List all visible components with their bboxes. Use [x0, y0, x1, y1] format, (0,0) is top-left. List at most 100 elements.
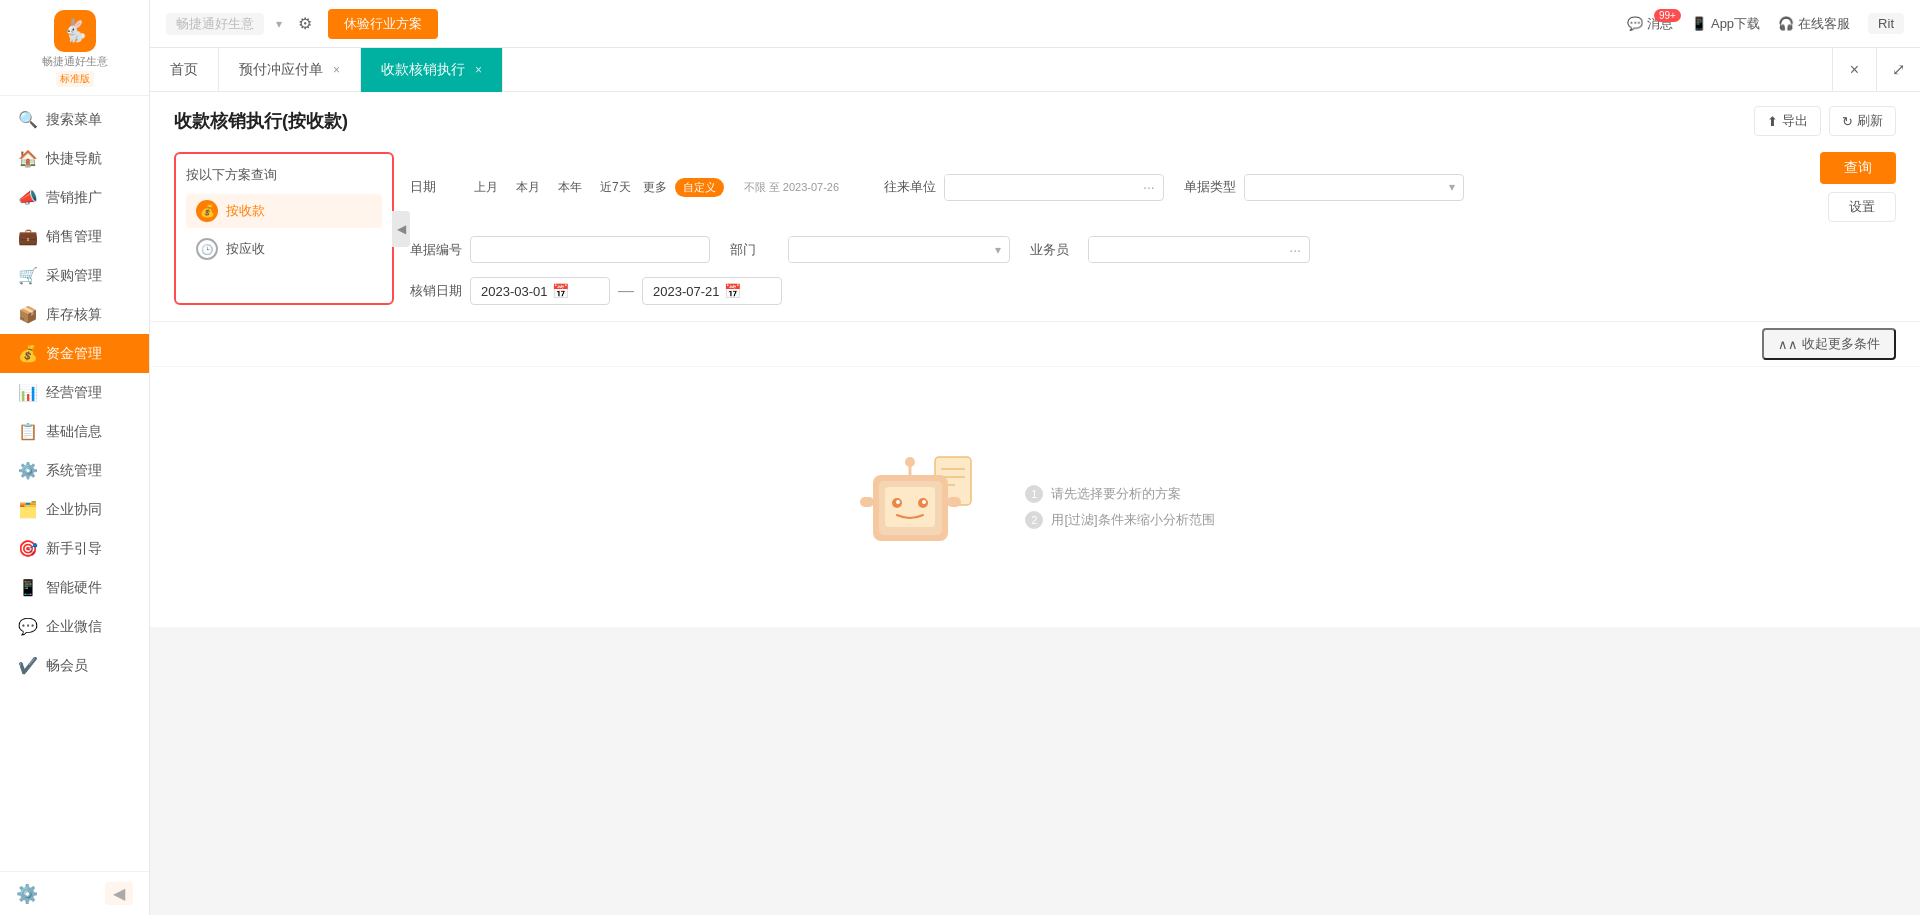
- sidebar-item-basic[interactable]: 📋 基础信息: [0, 412, 149, 451]
- setting-button[interactable]: 设置: [1828, 192, 1896, 222]
- verify-date-end-input[interactable]: 2023-07-21 📅: [642, 277, 782, 305]
- date-tag-this-year[interactable]: 本年: [552, 177, 588, 198]
- partner-dots-icon[interactable]: ···: [1135, 179, 1163, 195]
- date-tag-this-month[interactable]: 本月: [510, 177, 546, 198]
- sidebar-item-beginner[interactable]: 🎯 新手引导: [0, 529, 149, 568]
- tab-prepay[interactable]: 预付冲应付单 ×: [219, 48, 361, 92]
- sidebar-settings-icon[interactable]: ⚙️: [16, 883, 38, 905]
- dept-label: 部门: [730, 241, 780, 259]
- topbar-brand-text: 畅捷通好生意: [166, 13, 264, 35]
- filter-option-receivable-label: 按应收: [226, 240, 265, 258]
- page-header-actions: ⬆ 导出 ↻ 刷新: [1754, 106, 1896, 136]
- tab-receipt-cancel-label: 收款核销执行: [381, 61, 465, 79]
- sidebar-item-system[interactable]: ⚙️ 系统管理: [0, 451, 149, 490]
- voucher-type-select[interactable]: ▾: [1244, 174, 1464, 201]
- gear-icon[interactable]: ⚙: [298, 14, 312, 33]
- filter-voucher-no-field: 单据编号: [410, 236, 710, 263]
- empty-state: 1 请先选择要分析的方案 2 用[过滤]条件来缩小分析范围: [150, 367, 1920, 627]
- sidebar-item-label: 智能硬件: [46, 579, 102, 597]
- employee-label: 业务员: [1030, 241, 1080, 259]
- sidebar-bottom: ⚙️ ◀: [0, 871, 149, 915]
- empty-illustration: [855, 447, 985, 567]
- sidebar-collapse-icon[interactable]: ◀: [105, 882, 133, 905]
- collapse-more-label: 收起更多条件: [1802, 335, 1880, 353]
- tab-receipt-cancel-close-icon[interactable]: ×: [475, 63, 482, 77]
- close-icon: ×: [1850, 61, 1859, 79]
- calendar-start-icon: 📅: [552, 283, 569, 299]
- export-button[interactable]: ⬆ 导出: [1754, 106, 1821, 136]
- filter-collapse-button[interactable]: ◀: [392, 211, 410, 247]
- sidebar-item-purchase[interactable]: 🛒 采购管理: [0, 256, 149, 295]
- verify-date-end-value: 2023-07-21: [653, 284, 720, 299]
- inventory-icon: 📦: [18, 305, 38, 324]
- finance-icon: 💰: [18, 344, 38, 363]
- app-download-button[interactable]: 📱 App下载: [1691, 15, 1760, 33]
- sidebar-item-weixin[interactable]: 💬 企业微信: [0, 607, 149, 646]
- partner-label: 往来单位: [884, 178, 936, 196]
- employee-select[interactable]: ···: [1088, 236, 1310, 263]
- empty-hint-2: 2 用[过滤]条件来缩小分析范围: [1025, 511, 1214, 529]
- date-more-button[interactable]: 更多: [643, 179, 667, 196]
- tab-receipt-cancel[interactable]: 收款核销执行 ×: [361, 48, 503, 92]
- filter-scheme-panel: 按以下方案查询 💰 按收款 🕒 按应收 ◀: [174, 152, 394, 305]
- dept-arrow-icon[interactable]: ▾: [987, 243, 1009, 257]
- filter-verify-date-field: 核销日期 2023-03-01 📅 — 2023-07-21 📅: [410, 277, 782, 305]
- tab-prepay-close-icon[interactable]: ×: [333, 63, 340, 77]
- refresh-label: 刷新: [1857, 112, 1883, 130]
- date-tag-last-month[interactable]: 上月: [468, 177, 504, 198]
- solution-button[interactable]: 休验行业方案: [328, 9, 438, 39]
- voucher-type-input[interactable]: [1245, 175, 1441, 200]
- refresh-button[interactable]: ↻ 刷新: [1829, 106, 1896, 136]
- date-tag-7days[interactable]: 近7天: [594, 177, 637, 198]
- query-button[interactable]: 查询: [1820, 152, 1896, 184]
- page-title: 收款核销执行(按收款): [174, 109, 348, 133]
- sidebar-item-label: 畅会员: [46, 657, 88, 675]
- refresh-icon: ↻: [1842, 114, 1853, 129]
- marketing-icon: 📣: [18, 188, 38, 207]
- voucher-no-input[interactable]: [470, 236, 710, 263]
- user-menu[interactable]: Rit: [1868, 13, 1904, 34]
- sidebar-item-enterprise[interactable]: 🗂️ 企业协同: [0, 490, 149, 529]
- sidebar-item-sales[interactable]: 💼 销售管理: [0, 217, 149, 256]
- sidebar-nav: 🔍 搜索菜单 🏠 快捷导航 📣 营销推广 💼 销售管理 🛒 采购管理 📦 库存核…: [0, 96, 149, 871]
- employee-input[interactable]: [1089, 237, 1281, 262]
- sidebar-item-label: 企业协同: [46, 501, 102, 519]
- filter-option-by-receipt[interactable]: 💰 按收款: [186, 194, 382, 228]
- tab-home[interactable]: 首页: [150, 48, 219, 92]
- sidebar-item-label: 营销推广: [46, 189, 102, 207]
- home-icon: 🏠: [18, 149, 38, 168]
- filter-option-by-receivable[interactable]: 🕒 按应收: [186, 232, 382, 266]
- sidebar-item-business[interactable]: 📊 经营管理: [0, 373, 149, 412]
- sidebar-item-search[interactable]: 🔍 搜索菜单: [0, 100, 149, 139]
- sidebar-item-hardware[interactable]: 📱 智能硬件: [0, 568, 149, 607]
- sidebar-item-inventory[interactable]: 📦 库存核算: [0, 295, 149, 334]
- employee-dots-icon[interactable]: ···: [1281, 242, 1309, 258]
- sidebar-item-member[interactable]: ✔️ 畅会员: [0, 646, 149, 685]
- beginner-icon: 🎯: [18, 539, 38, 558]
- app-label: App下载: [1711, 15, 1760, 33]
- collapse-more-button[interactable]: ∧∧ 收起更多条件: [1762, 328, 1896, 360]
- message-button[interactable]: 💬 消息 99+: [1627, 15, 1673, 33]
- business-icon: 📊: [18, 383, 38, 402]
- page-header: 收款核销执行(按收款) ⬆ 导出 ↻ 刷新: [150, 92, 1920, 136]
- verify-date-start-input[interactable]: 2023-03-01 📅: [470, 277, 610, 305]
- online-service-button[interactable]: 🎧 在线客服: [1778, 15, 1850, 33]
- filter-row-2: 单据编号 部门 ▾ 业务员 ···: [410, 236, 1896, 263]
- empty-num-2: 2: [1025, 511, 1043, 529]
- chevron-down-icon[interactable]: ▾: [276, 17, 282, 31]
- basic-icon: 📋: [18, 422, 38, 441]
- dept-select[interactable]: ▾: [788, 236, 1010, 263]
- sales-icon: 💼: [18, 227, 38, 246]
- dept-input[interactable]: [789, 237, 987, 262]
- tab-expand-button[interactable]: ⤢: [1876, 48, 1920, 92]
- voucher-type-arrow-icon[interactable]: ▾: [1441, 180, 1463, 194]
- date-custom-badge[interactable]: 自定义: [675, 178, 724, 197]
- sidebar-item-marketing[interactable]: 📣 营销推广: [0, 178, 149, 217]
- partner-select[interactable]: ···: [944, 174, 1164, 201]
- tab-close-all-button[interactable]: ×: [1832, 48, 1876, 92]
- svg-rect-6: [885, 487, 935, 527]
- partner-input[interactable]: [945, 175, 1135, 200]
- sidebar-item-finance[interactable]: 💰 资金管理: [0, 334, 149, 373]
- main-area: 畅捷通好生意 ▾ ⚙ 休验行业方案 💬 消息 99+ 📱 App下载 🎧 在线客…: [150, 0, 1920, 915]
- sidebar-item-shortcut[interactable]: 🏠 快捷导航: [0, 139, 149, 178]
